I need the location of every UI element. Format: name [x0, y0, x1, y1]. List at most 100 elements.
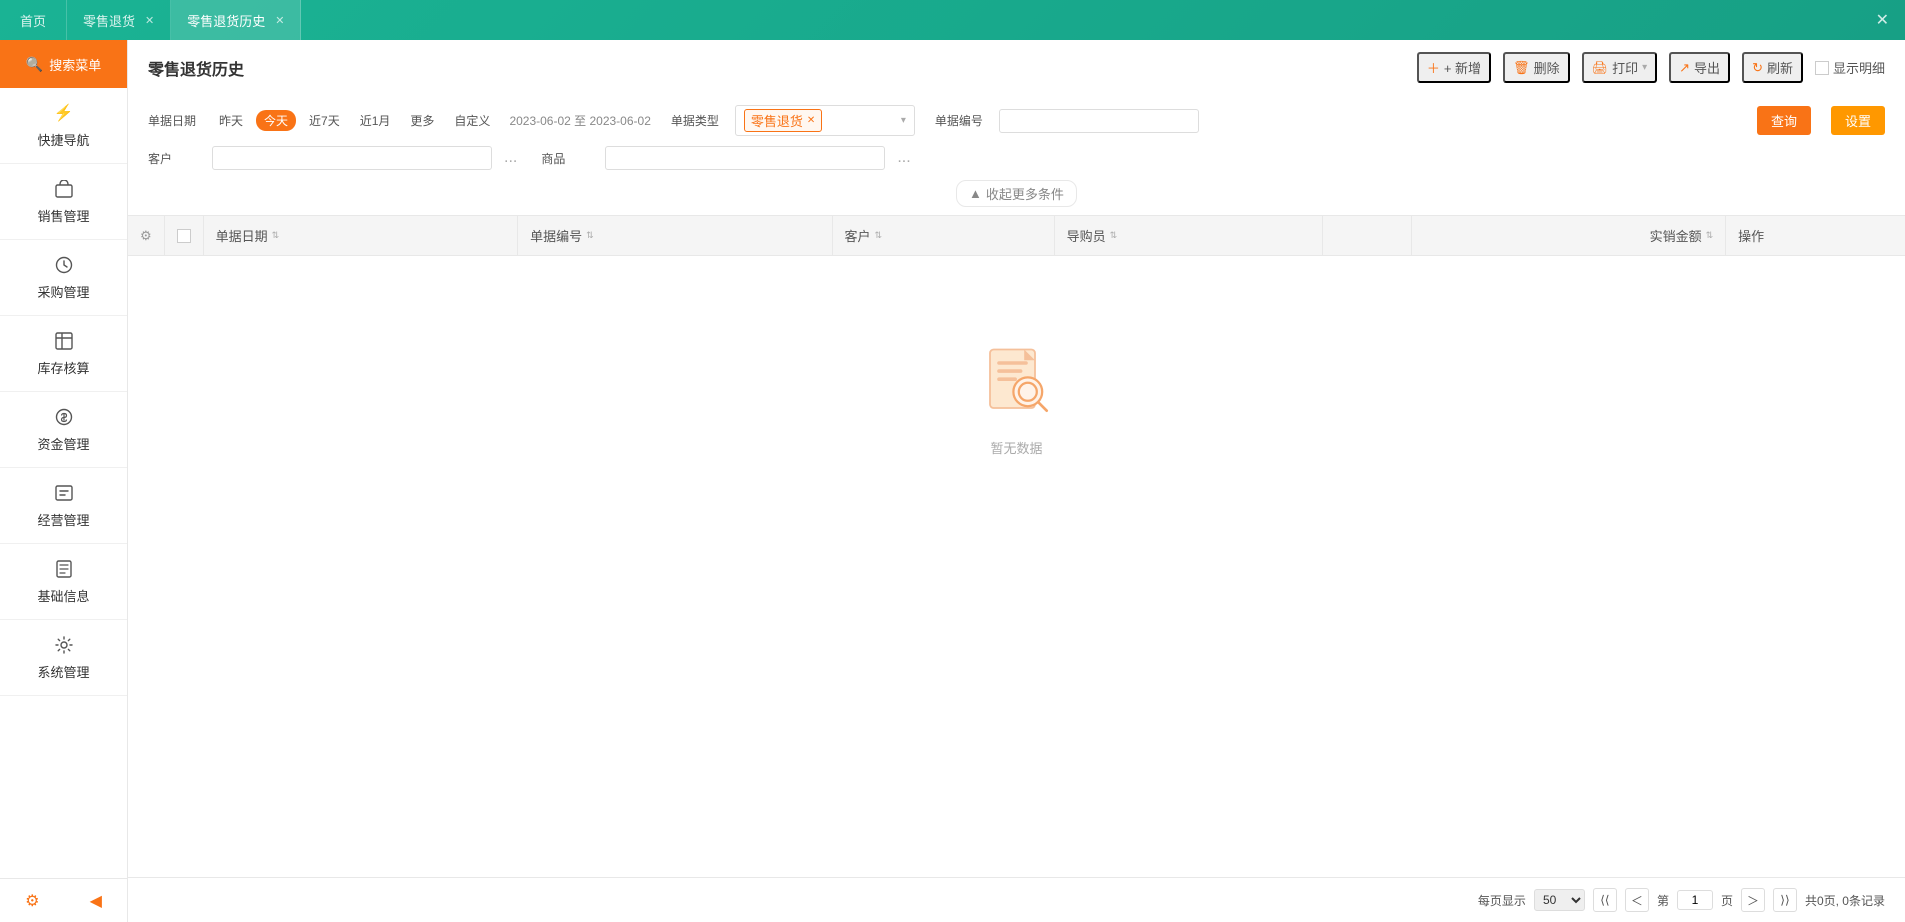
refresh-icon: ↻	[1752, 60, 1763, 76]
customer-input[interactable]	[212, 146, 492, 170]
collapse-icon[interactable]: ◀	[90, 891, 102, 911]
sidebar-item-quick-nav-label: 快捷导航	[37, 130, 89, 149]
sort-customer[interactable]: 客户 ⇅	[845, 226, 1042, 245]
type-filter-group: 单据类型 零售退货 ✕ ▾	[671, 105, 915, 136]
page-title: 零售退货历史	[148, 56, 244, 80]
sidebar-item-sales-label: 销售管理	[37, 206, 89, 225]
first-page-btn[interactable]: ⟨⟨	[1593, 888, 1617, 912]
type-select[interactable]: 零售退货 ✕ ▾	[735, 105, 915, 136]
sidebar-item-finance[interactable]: 资金管理	[0, 392, 127, 468]
goods-filter-group: 商品 ...	[541, 146, 914, 170]
sort-date-icon: ⇅	[272, 230, 280, 241]
tab-retail-return-history[interactable]: 零售退货历史 ✕	[171, 0, 301, 40]
sort-amount-icon: ⇅	[1706, 230, 1714, 241]
date-filter-label: 单据日期	[148, 112, 204, 129]
per-page-select[interactable]: 50 10 20 100	[1534, 889, 1585, 911]
th-customer: 客户 ⇅	[832, 216, 1054, 256]
date-btn-more[interactable]: 更多	[403, 110, 441, 131]
total-info: 共0页, 0条记录	[1805, 892, 1885, 909]
inventory-icon	[53, 330, 75, 352]
collapse-button[interactable]: ▲ 收起更多条件	[956, 180, 1077, 207]
goods-input[interactable]	[605, 146, 885, 170]
th-date: 单据日期 ⇅	[203, 216, 517, 256]
page-header: 零售退货历史 ＋ + 新增 🗑 删除 🖨 打印 ▾	[128, 40, 1905, 216]
last-page-btn[interactable]: ⟩⟩	[1773, 888, 1797, 912]
print-button[interactable]: 🖨 打印 ▾	[1582, 52, 1658, 83]
collapse-bar: ▲ 收起更多条件	[148, 180, 1885, 207]
settings-bottom-icon[interactable]: ⚙	[25, 891, 39, 911]
sidebar-item-inventory[interactable]: 库存核算	[0, 316, 127, 392]
sidebar-item-purchase-mgmt[interactable]: 采购管理	[0, 240, 127, 316]
export-icon: ↗	[1679, 60, 1690, 76]
sidebar-search[interactable]: 🔍 搜索菜单	[0, 40, 127, 88]
select-all-checkbox[interactable]	[177, 229, 191, 243]
sidebar-bottom: ⚙ ◀	[0, 878, 127, 922]
table-header-row: ⚙ 单据日期 ⇅ 单据编号	[128, 216, 1905, 256]
sort-amount[interactable]: 实销金额 ⇅	[1424, 226, 1713, 245]
per-page-label: 每页显示	[1478, 892, 1526, 909]
empty-row: 暂无数据	[128, 256, 1905, 538]
settings-button[interactable]: 设置	[1831, 106, 1885, 135]
number-filter-label: 单据编号	[935, 112, 991, 129]
show-detail-label: 显示明细	[1833, 58, 1885, 77]
date-btn-yesterday[interactable]: 昨天	[212, 110, 250, 131]
tab-retail-return-history-label: 零售退货历史	[187, 11, 265, 30]
sidebar-item-inventory-label: 库存核算	[37, 358, 89, 377]
quick-nav-icon: ⚡	[53, 102, 75, 124]
customer-dots[interactable]: ...	[500, 149, 521, 167]
number-input[interactable]	[999, 109, 1199, 133]
system-icon	[53, 634, 75, 656]
collapse-label: 收起更多条件	[986, 184, 1064, 203]
gear-icon[interactable]: ⚙	[140, 228, 152, 243]
type-dropdown-icon: ▾	[901, 115, 906, 126]
sidebar-item-basic-info-label: 基础信息	[37, 586, 89, 605]
date-btn-1month[interactable]: 近1月	[353, 110, 398, 131]
search-icon: 🔍	[26, 56, 43, 73]
tab-home[interactable]: 首页	[0, 0, 67, 40]
show-detail-toggle[interactable]: 显示明细	[1815, 58, 1885, 77]
date-filter-group: 单据日期 昨天 今天 近7天 近1月 更多 自定义 2023-06-02 至 2…	[148, 110, 651, 131]
export-button[interactable]: ↗ 导出	[1669, 52, 1730, 83]
sidebar: 🔍 搜索菜单 ⚡ 快捷导航 销售管理	[0, 40, 128, 922]
sidebar-item-basic-info[interactable]: 基础信息	[0, 544, 127, 620]
sort-customer-icon: ⇅	[875, 230, 883, 241]
th-number: 单据编号 ⇅	[518, 216, 832, 256]
customer-filter-label: 客户	[148, 150, 204, 167]
prev-page-btn[interactable]: ＜	[1625, 888, 1649, 912]
sort-number[interactable]: 单据编号 ⇅	[530, 226, 819, 245]
window-close-btn[interactable]: ✕	[1876, 10, 1905, 30]
query-button[interactable]: 查询	[1757, 106, 1811, 135]
date-buttons: 昨天 今天 近7天 近1月 更多 自定义	[212, 110, 497, 131]
tab-retail-return-history-close[interactable]: ✕	[275, 14, 284, 27]
filter-row-2: 客户 ... 商品 ...	[148, 146, 1885, 170]
date-btn-custom[interactable]: 自定义	[447, 110, 497, 131]
tab-retail-return-close[interactable]: ✕	[145, 14, 154, 27]
sort-number-icon: ⇅	[586, 230, 594, 241]
tab-retail-return[interactable]: 零售退货 ✕	[67, 0, 171, 40]
th-amount: 实销金额 ⇅	[1411, 216, 1725, 256]
goods-dots[interactable]: ...	[893, 149, 914, 167]
th-action: 操作	[1726, 216, 1905, 256]
date-btn-7days[interactable]: 近7天	[302, 110, 347, 131]
sidebar-item-operations[interactable]: 经营管理	[0, 468, 127, 544]
empty-cell: 暂无数据	[128, 256, 1905, 538]
new-button[interactable]: ＋ + 新增	[1417, 52, 1491, 83]
table-container: ⚙ 单据日期 ⇅ 单据编号	[128, 216, 1905, 877]
delete-button[interactable]: 🗑 删除	[1503, 52, 1570, 83]
collapse-up-icon: ▲	[969, 186, 982, 201]
type-tag-close[interactable]: ✕	[807, 115, 815, 126]
page-input[interactable]	[1677, 890, 1713, 910]
purchase-icon	[53, 254, 75, 276]
next-page-btn[interactable]: ＞	[1741, 888, 1765, 912]
refresh-button[interactable]: ↻ 刷新	[1742, 52, 1803, 83]
sort-date[interactable]: 单据日期 ⇅	[216, 226, 505, 245]
sidebar-item-sales-mgmt[interactable]: 销售管理	[0, 164, 127, 240]
date-range-display: 2023-06-02 至 2023-06-02	[509, 112, 650, 129]
sidebar-item-quick-nav[interactable]: ⚡ 快捷导航	[0, 88, 127, 164]
empty-illustration	[972, 336, 1062, 426]
show-detail-checkbox[interactable]	[1815, 61, 1829, 75]
sort-guide[interactable]: 导购员 ⇅	[1067, 226, 1310, 245]
date-btn-today[interactable]: 今天	[256, 110, 296, 131]
content-area: 零售退货历史 ＋ + 新增 🗑 删除 🖨 打印 ▾	[128, 40, 1905, 922]
sidebar-item-system-mgmt[interactable]: 系统管理	[0, 620, 127, 696]
